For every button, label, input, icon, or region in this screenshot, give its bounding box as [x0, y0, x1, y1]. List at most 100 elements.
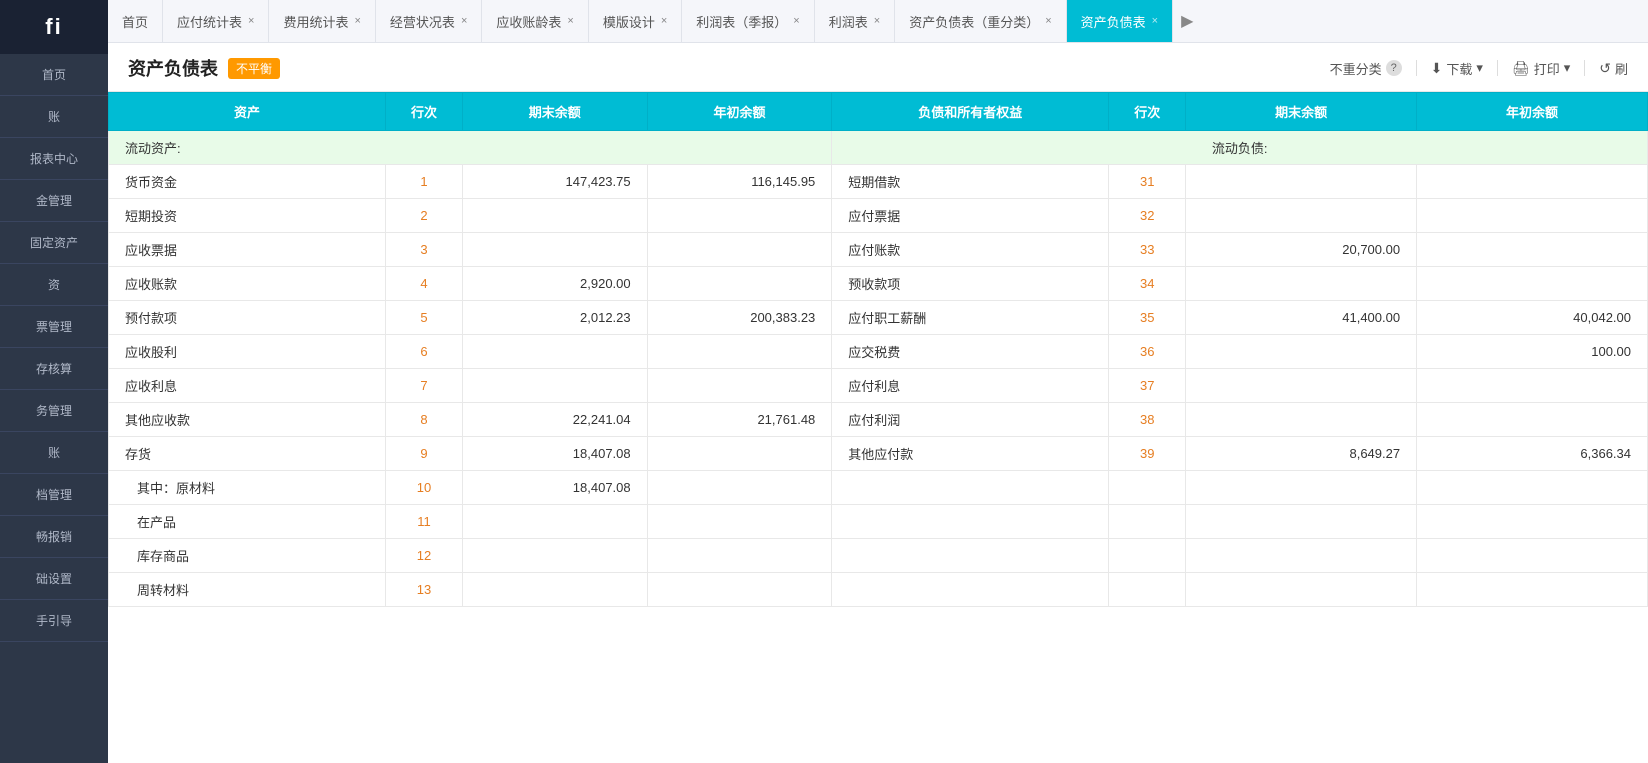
download-button[interactable]: ⬇ 下载 ▾ — [1431, 59, 1483, 78]
sidebar-item-fund-management[interactable]: 金管理 — [0, 180, 108, 222]
table-cell-right-start: 6,366.34 — [1417, 437, 1648, 471]
table-cell-right-name: 应付利润 — [832, 403, 1109, 437]
table-cell-right-end: 41,400.00 — [1186, 301, 1417, 335]
tab-close-business-status[interactable]: × — [461, 15, 467, 27]
table-cell-right-num — [1109, 573, 1186, 607]
table-cell-left-end — [462, 505, 647, 539]
table-cell-right-end — [1186, 369, 1417, 403]
tab-scroll-arrow[interactable]: ▶ — [1173, 11, 1201, 31]
sidebar-item-business-management[interactable]: 务管理 — [0, 390, 108, 432]
table-cell-right-start — [1417, 199, 1648, 233]
table-cell-right-num: 37 — [1109, 369, 1186, 403]
table-cell-right-num: 35 — [1109, 301, 1186, 335]
table-cell-right-name: 其他应付款 — [832, 437, 1109, 471]
table-cell-left-start — [647, 199, 832, 233]
table-cell-left-name: 在产品 — [109, 505, 386, 539]
table-cell-right-num: 38 — [1109, 403, 1186, 437]
sidebar-item-ticket-management[interactable]: 票管理 — [0, 306, 108, 348]
tab-balance-reclassified[interactable]: 资产负债表（重分类） × — [895, 0, 1066, 42]
tab-home[interactable]: 首页 — [108, 0, 163, 42]
tab-template-design[interactable]: 模版设计 × — [589, 0, 682, 42]
print-button[interactable]: 🖨 打印 ▾ — [1512, 59, 1570, 78]
table-cell-left-start — [647, 539, 832, 573]
balance-sheet-table-wrap: 资产 行次 期末余额 年初余额 负债和所有者权益 行次 期末余额 年初余额 流动… — [108, 92, 1648, 627]
table-cell-left-num: 1 — [386, 165, 463, 199]
sidebar-item-guide[interactable]: 手引导 — [0, 600, 108, 642]
table-cell-left-num: 12 — [386, 539, 463, 573]
divider-2 — [1497, 60, 1498, 76]
table-cell-right-start — [1417, 573, 1648, 607]
help-icon[interactable]: ? — [1386, 60, 1402, 76]
col-header-liabilities: 负债和所有者权益 — [832, 93, 1109, 131]
table-cell-left-start: 21,761.48 — [647, 403, 832, 437]
tab-profit[interactable]: 利润表 × — [815, 0, 895, 42]
table-cell-right-end — [1186, 505, 1417, 539]
table-cell-right-end: 8,649.27 — [1186, 437, 1417, 471]
tab-balance-sheet[interactable]: 资产负债表 × — [1067, 0, 1173, 42]
tab-profit-quarterly[interactable]: 利润表（季报） × — [682, 0, 814, 42]
tab-close-receivable-aging[interactable]: × — [567, 15, 573, 27]
sidebar-item-file-management[interactable]: 档管理 — [0, 474, 108, 516]
table-cell-left-end: 147,423.75 — [462, 165, 647, 199]
col-header-row-num-left: 行次 — [386, 93, 463, 131]
table-cell-right-name: 应付职工薪酬 — [832, 301, 1109, 335]
balance-badge: 不平衡 — [228, 58, 280, 79]
table-cell-right-end — [1186, 165, 1417, 199]
refresh-button[interactable]: ↺ 刷 — [1599, 59, 1628, 78]
table-cell-right-end — [1186, 403, 1417, 437]
tab-receivable-aging[interactable]: 应收账龄表 × — [482, 0, 588, 42]
tab-close-profit-quarterly[interactable]: × — [793, 15, 799, 27]
table-cell-left-end — [462, 573, 647, 607]
tab-close-profit[interactable]: × — [874, 15, 880, 27]
sidebar-item-expense[interactable]: 畅报销 — [0, 516, 108, 558]
table-cell-right-num: 36 — [1109, 335, 1186, 369]
tab-close-balance-reclassified[interactable]: × — [1045, 15, 1051, 27]
table-cell-right-name: 应付票据 — [832, 199, 1109, 233]
no-reclassify-button[interactable]: 不重分类 ? — [1330, 59, 1402, 78]
print-chevron: ▾ — [1564, 60, 1571, 76]
table-cell-left-end: 18,407.08 — [462, 471, 647, 505]
table-cell-right-start — [1417, 539, 1648, 573]
table-cell-right-num — [1109, 505, 1186, 539]
sidebar-item-home[interactable]: 首页 — [0, 54, 108, 96]
table-cell-left-num: 11 — [386, 505, 463, 539]
tab-cost-stat[interactable]: 费用统计表 × — [269, 0, 375, 42]
page-title: 资产负债表 — [128, 55, 218, 81]
table-cell-right-name — [832, 539, 1109, 573]
page-header: 资产负债表 不平衡 不重分类 ? ⬇ 下载 ▾ 🖨 打印 ▾ — [108, 43, 1648, 92]
table-cell-right-name: 预收款项 — [832, 267, 1109, 301]
divider-3 — [1584, 60, 1585, 76]
col-header-year-start-left: 年初余额 — [647, 93, 832, 131]
sidebar-item-inventory[interactable]: 存核算 — [0, 348, 108, 390]
section-right-label: 流动负债: — [832, 131, 1648, 165]
table-cell-left-name: 其中：原材料 — [109, 471, 386, 505]
table-cell-left-start: 116,145.95 — [647, 165, 832, 199]
tab-close-template-design[interactable]: × — [661, 15, 667, 27]
col-header-end-balance-left: 期末余额 — [462, 93, 647, 131]
sidebar-item-fixed-assets[interactable]: 固定资产 — [0, 222, 108, 264]
table-cell-right-num: 32 — [1109, 199, 1186, 233]
sidebar-item-report-center[interactable]: 报表中心 — [0, 138, 108, 180]
table-cell-left-num: 4 — [386, 267, 463, 301]
col-header-row-num-right: 行次 — [1109, 93, 1186, 131]
tab-close-cost-stat[interactable]: × — [354, 15, 360, 27]
table-cell-left-num: 13 — [386, 573, 463, 607]
table-cell-left-name: 短期投资 — [109, 199, 386, 233]
table-cell-right-name — [832, 471, 1109, 505]
table-cell-left-end: 2,012.23 — [462, 301, 647, 335]
table-cell-left-num: 3 — [386, 233, 463, 267]
no-reclassify-label: 不重分类 — [1330, 59, 1382, 78]
tab-business-status[interactable]: 经营状况表 × — [376, 0, 482, 42]
tab-close-balance-sheet[interactable]: × — [1152, 15, 1158, 27]
print-icon: 🖨 — [1512, 60, 1530, 77]
tab-payable-stat[interactable]: 应付统计表 × — [163, 0, 269, 42]
refresh-label: 刷 — [1615, 59, 1628, 78]
sidebar-item-capital[interactable]: 资 — [0, 264, 108, 306]
sidebar-item-settings[interactable]: 础设置 — [0, 558, 108, 600]
table-cell-right-start — [1417, 403, 1648, 437]
sidebar-item-ledger[interactable]: 账 — [0, 432, 108, 474]
tab-close-payable-stat[interactable]: × — [248, 15, 254, 27]
table-cell-left-start — [647, 471, 832, 505]
table-cell-left-num: 5 — [386, 301, 463, 335]
sidebar-item-account[interactable]: 账 — [0, 96, 108, 138]
